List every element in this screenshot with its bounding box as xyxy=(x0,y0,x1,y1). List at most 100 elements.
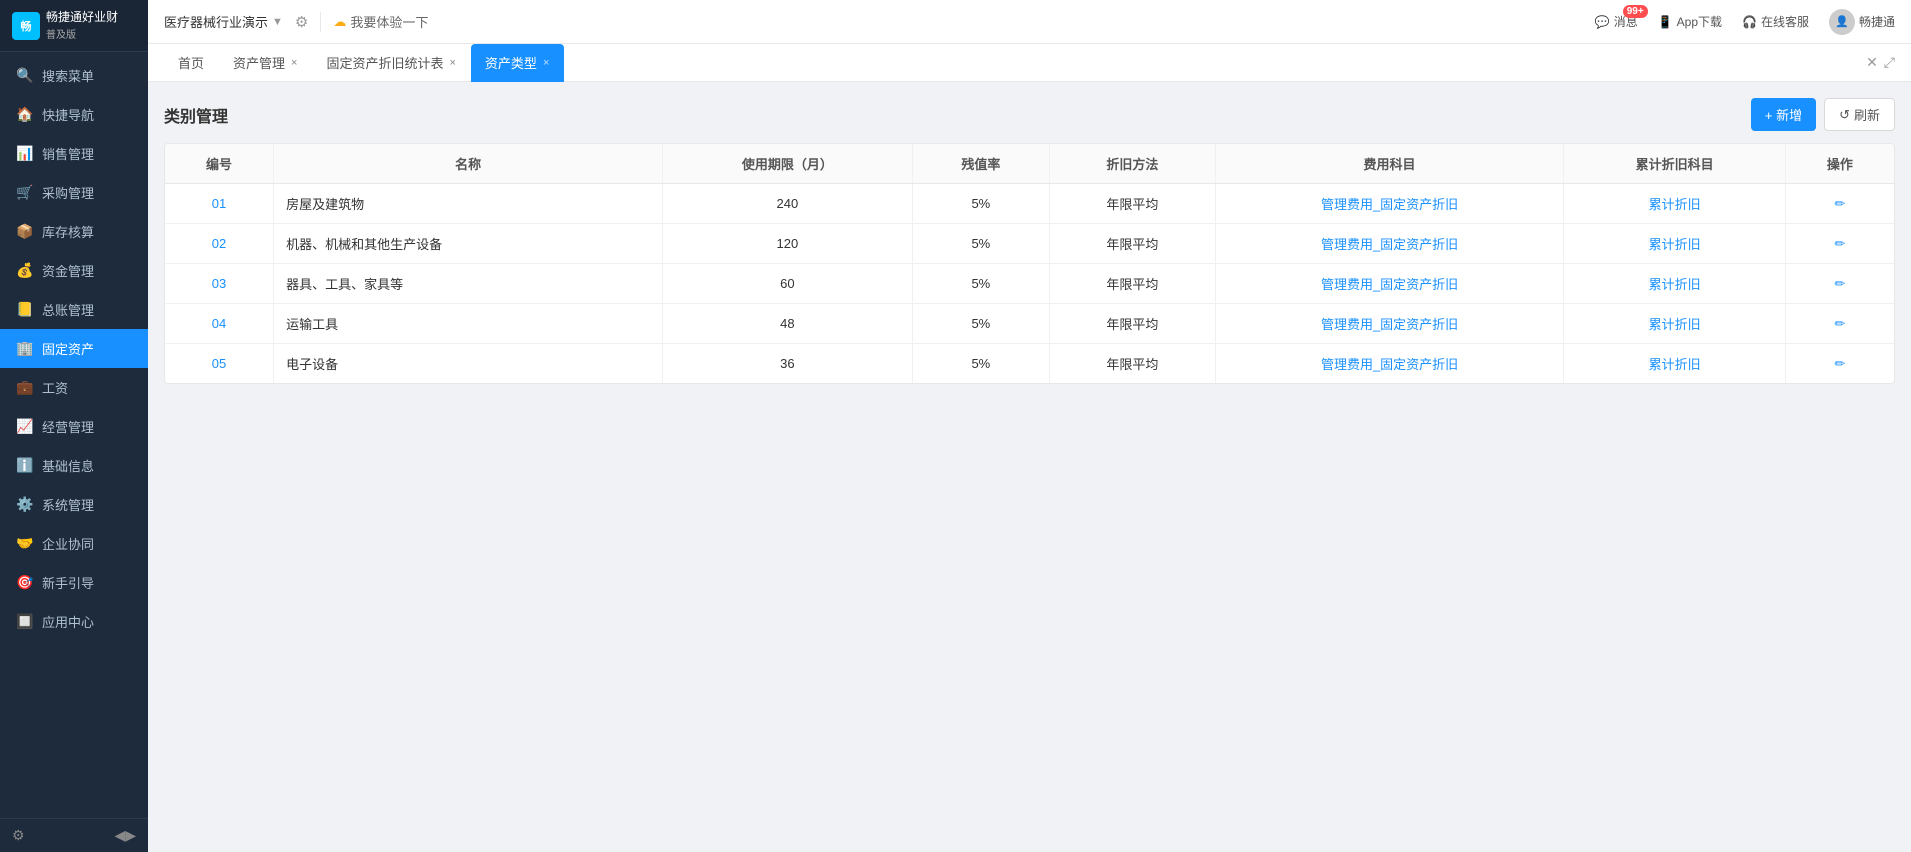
sidebar-item-ledger[interactable]: 📒 总账管理 xyxy=(0,290,148,329)
finance-icon: 💰 xyxy=(16,262,34,280)
sidebar-item-salary[interactable]: 💼 工资 xyxy=(0,368,148,407)
sidebar-item-label: 库存核算 xyxy=(42,222,94,241)
cell-method: 年限平均 xyxy=(1050,344,1216,384)
sidebar-item-search[interactable]: 🔍 搜索菜单 xyxy=(0,56,148,95)
topbar-settings-icon[interactable]: ⚙ xyxy=(295,13,308,31)
edit-icon[interactable]: ✏ xyxy=(1834,276,1845,291)
refresh-label: 刷新 xyxy=(1854,105,1880,124)
table-row: 01 房屋及建筑物 240 5% 年限平均 管理费用_固定资产折旧 累计折旧 ✏ xyxy=(165,184,1894,224)
sidebar-item-sales[interactable]: 📊 销售管理 xyxy=(0,134,148,173)
cell-accumulated-subject: 累计折旧 xyxy=(1564,304,1785,344)
cell-method: 年限平均 xyxy=(1050,264,1216,304)
system-icon: ⚙️ xyxy=(16,496,34,514)
settings-icon[interactable]: ⚙ xyxy=(12,827,25,844)
sidebar-item-label: 销售管理 xyxy=(42,144,94,163)
app-logo: 畅 畅捷通好业财 普及版 xyxy=(0,0,148,52)
sidebar-item-label: 系统管理 xyxy=(42,495,94,514)
cell-period: 120 xyxy=(663,224,912,264)
sidebar-item-label: 基础信息 xyxy=(42,456,94,475)
tab-home[interactable]: 首页 xyxy=(164,44,219,82)
edit-icon[interactable]: ✏ xyxy=(1834,356,1845,371)
tab-asset-type[interactable]: 资产类型× xyxy=(471,44,564,82)
table-row: 02 机器、机械和其他生产设备 120 5% 年限平均 管理费用_固定资产折旧 … xyxy=(165,224,1894,264)
maximize-window-icon[interactable]: ⤢ xyxy=(1884,54,1895,71)
sidebar-item-enterprise[interactable]: 🤝 企业协同 xyxy=(0,524,148,563)
topbar: 医疗器械行业演示 ▼ ⚙ ☁ 我要体验一下 💬 消息 99+ 📱 App下载 🎧… xyxy=(148,0,1911,44)
app-download-icon: 📱 xyxy=(1658,15,1673,29)
tab-close-icon[interactable]: × xyxy=(449,57,455,69)
inventory-icon: 📦 xyxy=(16,223,34,241)
col-header: 名称 xyxy=(274,144,663,184)
cell-accumulated-subject: 累计折旧 xyxy=(1564,344,1785,384)
sidebar-item-apps[interactable]: 🔲 应用中心 xyxy=(0,602,148,641)
demo-selector[interactable]: 医疗器械行业演示 ▼ xyxy=(164,12,283,31)
refresh-icon: ↺ xyxy=(1839,107,1850,123)
edit-icon[interactable]: ✏ xyxy=(1834,316,1845,331)
sidebar-item-operations[interactable]: 📈 经营管理 xyxy=(0,407,148,446)
cell-id: 02 xyxy=(165,224,274,264)
cell-residual: 5% xyxy=(912,304,1050,344)
data-table: 编号名称使用期限（月）残值率折旧方法费用科目累计折旧科目操作 01 房屋及建筑物… xyxy=(164,143,1895,384)
user-profile[interactable]: 👤 畅捷通 xyxy=(1829,9,1895,35)
ledger-icon: 📒 xyxy=(16,301,34,319)
window-controls: ✕ ⤢ xyxy=(1866,54,1895,71)
close-window-icon[interactable]: ✕ xyxy=(1866,54,1878,71)
cell-method: 年限平均 xyxy=(1050,304,1216,344)
tabs-bar: 首页资产管理×固定资产折旧统计表×资产类型× ✕ ⤢ xyxy=(148,44,1911,82)
sidebar-item-finance[interactable]: 💰 资金管理 xyxy=(0,251,148,290)
sidebar-item-label: 新手引导 xyxy=(42,573,94,592)
basic-info-icon: ℹ️ xyxy=(16,457,34,475)
search-icon: 🔍 xyxy=(16,67,34,85)
experience-button[interactable]: ☁ 我要体验一下 xyxy=(333,12,428,31)
sidebar-item-purchase[interactable]: 🛒 采购管理 xyxy=(0,173,148,212)
cell-residual: 5% xyxy=(912,344,1050,384)
sidebar-item-fixed-assets[interactable]: 🏢 固定资产 xyxy=(0,329,148,368)
cell-action: ✏ xyxy=(1785,344,1894,384)
customer-service-button[interactable]: 🎧 在线客服 xyxy=(1742,13,1809,30)
sidebar-nav: 🔍 搜索菜单 🏠 快捷导航 📊 销售管理 🛒 采购管理 📦 库存核算 💰 资金管… xyxy=(0,52,148,818)
customer-service-icon: 🎧 xyxy=(1742,15,1757,29)
sidebar-item-label: 搜索菜单 xyxy=(42,66,94,85)
sidebar-item-label: 应用中心 xyxy=(42,612,94,631)
app-download-button[interactable]: 📱 App下载 xyxy=(1658,13,1722,30)
sidebar-bottom: ⚙ ◀▶ xyxy=(0,818,148,852)
app-edition: 普及版 xyxy=(46,26,118,41)
message-button[interactable]: 💬 消息 99+ xyxy=(1595,13,1638,30)
salary-icon: 💼 xyxy=(16,379,34,397)
new-button[interactable]: + 新增 xyxy=(1751,98,1816,131)
tab-close-icon[interactable]: × xyxy=(543,57,549,69)
tab-depreciation[interactable]: 固定资产折旧统计表× xyxy=(312,44,470,82)
avatar: 👤 xyxy=(1829,9,1855,35)
cell-period: 36 xyxy=(663,344,912,384)
sidebar-item-guide[interactable]: 🎯 新手引导 xyxy=(0,563,148,602)
edit-icon[interactable]: ✏ xyxy=(1834,196,1845,211)
cell-residual: 5% xyxy=(912,264,1050,304)
tab-asset-mgmt[interactable]: 资产管理× xyxy=(219,44,312,82)
collapse-icon[interactable]: ◀▶ xyxy=(114,827,136,844)
message-badge: 99+ xyxy=(1623,5,1648,18)
sidebar-item-system[interactable]: ⚙️ 系统管理 xyxy=(0,485,148,524)
col-header: 残值率 xyxy=(912,144,1050,184)
sidebar: 畅 畅捷通好业财 普及版 🔍 搜索菜单 🏠 快捷导航 📊 销售管理 🛒 采购管理… xyxy=(0,0,148,852)
cell-name: 房屋及建筑物 xyxy=(274,184,663,224)
demo-arrow-icon: ▼ xyxy=(272,16,283,28)
cell-action: ✏ xyxy=(1785,184,1894,224)
message-icon: 💬 xyxy=(1595,15,1610,29)
sidebar-item-inventory[interactable]: 📦 库存核算 xyxy=(0,212,148,251)
refresh-button[interactable]: ↺ 刷新 xyxy=(1824,98,1895,131)
experience-icon: ☁ xyxy=(333,14,346,30)
cell-method: 年限平均 xyxy=(1050,184,1216,224)
app-name: 畅捷通好业财 xyxy=(46,10,118,26)
sidebar-item-quicknav[interactable]: 🏠 快捷导航 xyxy=(0,95,148,134)
tab-close-icon[interactable]: × xyxy=(291,57,297,69)
cell-method: 年限平均 xyxy=(1050,224,1216,264)
cell-name: 电子设备 xyxy=(274,344,663,384)
cell-id: 03 xyxy=(165,264,274,304)
main-area: 医疗器械行业演示 ▼ ⚙ ☁ 我要体验一下 💬 消息 99+ 📱 App下载 🎧… xyxy=(148,0,1911,852)
col-header: 操作 xyxy=(1785,144,1894,184)
edit-icon[interactable]: ✏ xyxy=(1834,236,1845,251)
fixed-assets-icon: 🏢 xyxy=(16,340,34,358)
cell-accumulated-subject: 累计折旧 xyxy=(1564,224,1785,264)
sidebar-item-basic-info[interactable]: ℹ️ 基础信息 xyxy=(0,446,148,485)
col-header: 累计折旧科目 xyxy=(1564,144,1785,184)
